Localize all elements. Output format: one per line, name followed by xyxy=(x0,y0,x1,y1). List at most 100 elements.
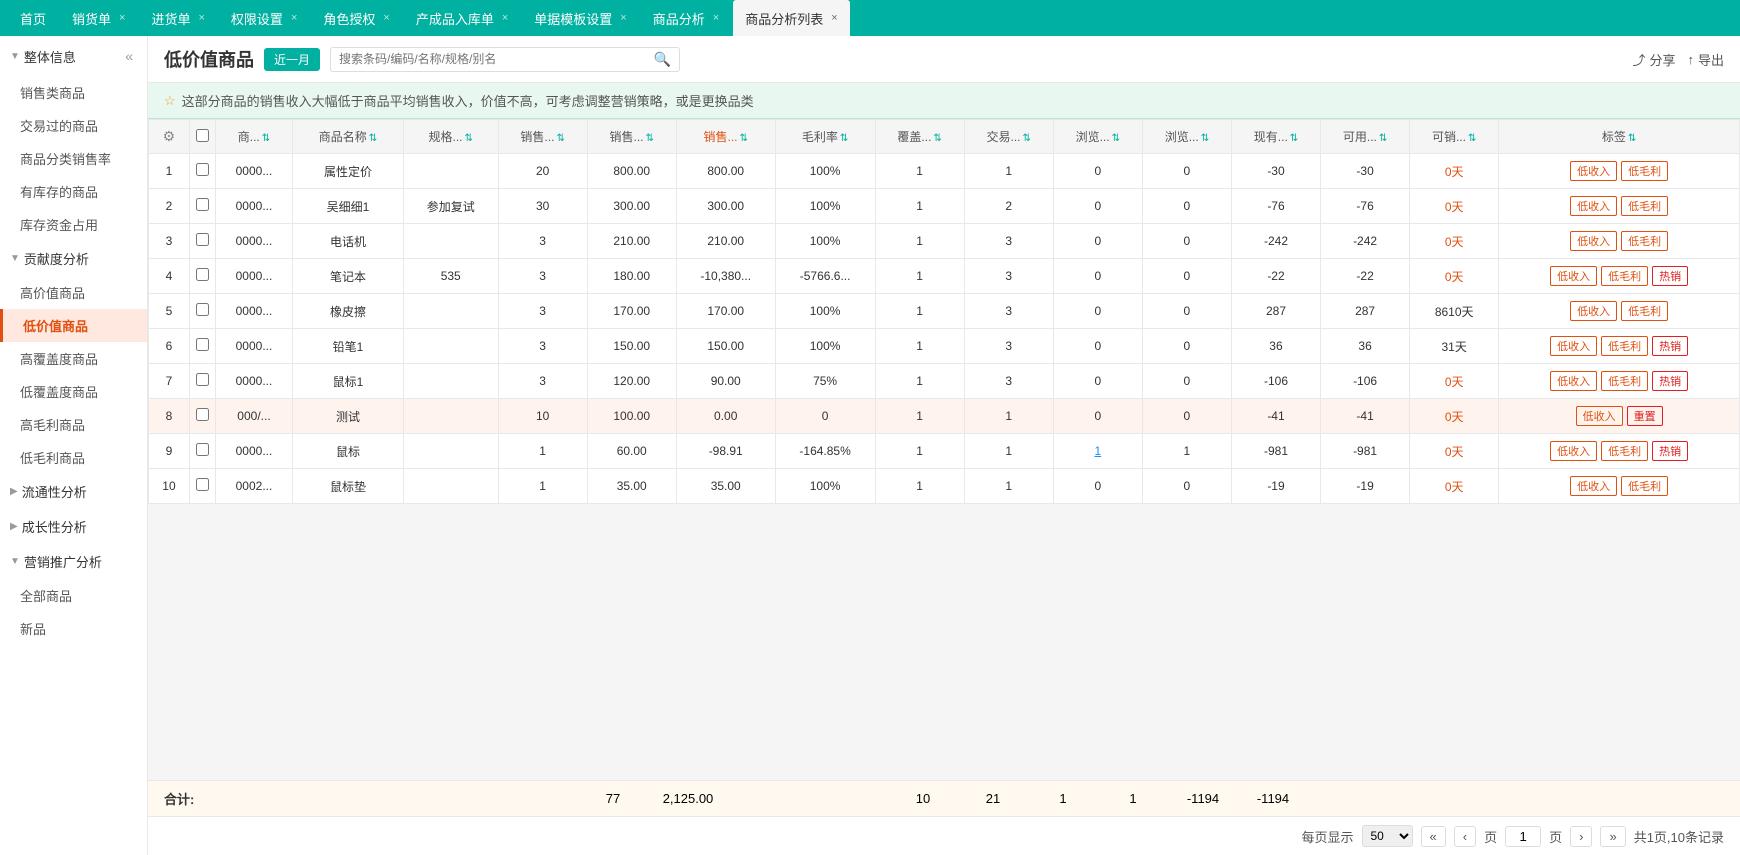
share-button[interactable]: ⤴ 分享 xyxy=(1632,50,1675,69)
nav-close-purchase[interactable]: × xyxy=(198,12,204,24)
col-margin[interactable]: 毛利率⇅ xyxy=(775,120,875,154)
row-view1[interactable]: 0 xyxy=(1053,364,1142,399)
sidebar-item-low-coverage[interactable]: 低覆盖度商品 xyxy=(0,375,147,408)
search-box[interactable]: 🔍 xyxy=(330,47,680,72)
tag-badge: 低毛利 xyxy=(1621,196,1668,216)
sidebar-item-stock-goods[interactable]: 有库存的商品 xyxy=(0,175,147,208)
row-checkbox-cell[interactable] xyxy=(189,399,215,434)
next-page-btn[interactable]: › xyxy=(1570,826,1592,847)
nav-item-inventory[interactable]: 产成品入库单 × xyxy=(404,0,520,36)
row-checkbox-cell[interactable] xyxy=(189,154,215,189)
row-checkbox[interactable] xyxy=(196,268,209,281)
col-cov[interactable]: 覆盖...⇅ xyxy=(875,120,964,154)
row-checkbox-cell[interactable] xyxy=(189,364,215,399)
row-checkbox[interactable] xyxy=(196,443,209,456)
row-view1[interactable]: 0 xyxy=(1053,189,1142,224)
row-checkbox[interactable] xyxy=(196,373,209,386)
col-tags[interactable]: 标签⇅ xyxy=(1499,120,1740,154)
col-name[interactable]: 商品名称⇅ xyxy=(293,120,404,154)
col-s3[interactable]: 销售...⇅ xyxy=(676,120,775,154)
sidebar-group-circulation[interactable]: ▶ 流通性分析 xyxy=(0,474,147,509)
col-view1[interactable]: 浏览...⇅ xyxy=(1053,120,1142,154)
tag-badge: 低毛利 xyxy=(1621,161,1668,181)
row-view1[interactable]: 0 xyxy=(1053,259,1142,294)
col-setting[interactable]: ⚙ xyxy=(149,120,190,154)
row-view1[interactable]: 0 xyxy=(1053,399,1142,434)
row-view1[interactable]: 0 xyxy=(1053,329,1142,364)
row-view1[interactable]: 0 xyxy=(1053,469,1142,504)
row-checkbox-cell[interactable] xyxy=(189,329,215,364)
row-checkbox-cell[interactable] xyxy=(189,469,215,504)
sidebar-group-general[interactable]: ▼ 整体信息 « xyxy=(0,36,147,76)
last-page-btn[interactable]: » xyxy=(1600,826,1625,847)
row-checkbox[interactable] xyxy=(196,478,209,491)
nav-item-analysis[interactable]: 商品分析 × xyxy=(641,0,731,36)
sidebar-item-high-margin[interactable]: 高毛利商品 xyxy=(0,408,147,441)
col-code[interactable]: 商...⇅ xyxy=(215,120,292,154)
nav-item-purchase[interactable]: 进货单 × xyxy=(139,0,216,36)
row-view1[interactable]: 0 xyxy=(1053,224,1142,259)
sidebar-item-traded-goods[interactable]: 交易过的商品 xyxy=(0,109,147,142)
row-view1[interactable]: 1 xyxy=(1053,434,1142,469)
sidebar-item-low-value[interactable]: 低价值商品 xyxy=(0,309,147,342)
row-checkbox[interactable] xyxy=(196,408,209,421)
nav-item-sales[interactable]: 销货单 × xyxy=(60,0,137,36)
col-view2[interactable]: 浏览...⇅ xyxy=(1142,120,1231,154)
row-checkbox-cell[interactable] xyxy=(189,259,215,294)
sidebar-collapse-btn[interactable]: « xyxy=(121,44,137,68)
nav-item-analysis-list[interactable]: 商品分析列表 × xyxy=(733,0,849,36)
row-view1[interactable]: 0 xyxy=(1053,154,1142,189)
col-stock1[interactable]: 现有...⇅ xyxy=(1231,120,1320,154)
export-label: 导出 xyxy=(1698,50,1724,69)
nav-item-templates[interactable]: 单据模板设置 × xyxy=(522,0,638,36)
nav-close-sales[interactable]: × xyxy=(119,12,125,24)
col-s1[interactable]: 销售...⇅ xyxy=(498,120,587,154)
search-input[interactable] xyxy=(339,52,648,66)
row-checkbox-cell[interactable] xyxy=(189,434,215,469)
row-checkbox[interactable] xyxy=(196,163,209,176)
col-days[interactable]: 可销...⇅ xyxy=(1410,120,1499,154)
row-s3: 210.00 xyxy=(676,224,775,259)
row-checkbox-cell[interactable] xyxy=(189,189,215,224)
sidebar-item-high-coverage[interactable]: 高覆盖度商品 xyxy=(0,342,147,375)
nav-close-templates[interactable]: × xyxy=(620,12,626,24)
nav-close-roles[interactable]: × xyxy=(383,12,389,24)
row-checkbox[interactable] xyxy=(196,338,209,351)
nav-close-analysis-list[interactable]: × xyxy=(831,12,837,24)
nav-close-inventory[interactable]: × xyxy=(502,12,508,24)
col-stock2[interactable]: 可用...⇅ xyxy=(1321,120,1410,154)
row-checkbox[interactable] xyxy=(196,303,209,316)
col-trans[interactable]: 交易...⇅ xyxy=(964,120,1053,154)
first-page-btn[interactable]: « xyxy=(1421,826,1446,847)
sidebar-group-growth[interactable]: ▶ 成长性分析 xyxy=(0,509,147,544)
sidebar-item-sales-goods[interactable]: 销售类商品 xyxy=(0,76,147,109)
col-s2[interactable]: 销售...⇅ xyxy=(587,120,676,154)
sidebar-item-all-goods[interactable]: 全部商品 xyxy=(0,579,147,612)
time-filter-button[interactable]: 近一月 xyxy=(264,48,320,71)
sidebar-group-contribution[interactable]: ▼ 贡献度分析 xyxy=(0,241,147,276)
row-tags: 低收入低毛利 xyxy=(1499,189,1740,224)
row-view1[interactable]: 0 xyxy=(1053,294,1142,329)
nav-close-permissions[interactable]: × xyxy=(291,12,297,24)
sidebar-item-high-value[interactable]: 高价值商品 xyxy=(0,276,147,309)
col-checkbox[interactable] xyxy=(189,120,215,154)
per-page-select[interactable]: 50 100 200 xyxy=(1362,825,1413,847)
row-checkbox[interactable] xyxy=(196,233,209,246)
sidebar-item-low-margin[interactable]: 低毛利商品 xyxy=(0,441,147,474)
sidebar-group-marketing[interactable]: ▼ 营销推广分析 xyxy=(0,544,147,579)
sidebar-item-category-rate[interactable]: 商品分类销售率 xyxy=(0,142,147,175)
select-all-checkbox[interactable] xyxy=(196,129,209,142)
nav-item-roles[interactable]: 角色授权 × xyxy=(311,0,401,36)
page-input[interactable] xyxy=(1505,826,1541,847)
nav-item-permissions[interactable]: 权限设置 × xyxy=(219,0,309,36)
nav-item-home[interactable]: 首页 xyxy=(8,0,58,36)
prev-page-btn[interactable]: ‹ xyxy=(1454,826,1476,847)
row-checkbox-cell[interactable] xyxy=(189,294,215,329)
export-button[interactable]: ↑ 导出 xyxy=(1687,50,1724,69)
col-spec[interactable]: 规格...⇅ xyxy=(403,120,498,154)
sidebar-item-new-goods[interactable]: 新品 xyxy=(0,612,147,645)
row-checkbox-cell[interactable] xyxy=(189,224,215,259)
row-checkbox[interactable] xyxy=(196,198,209,211)
nav-close-analysis[interactable]: × xyxy=(713,12,719,24)
sidebar-item-stock-fund[interactable]: 库存资金占用 xyxy=(0,208,147,241)
